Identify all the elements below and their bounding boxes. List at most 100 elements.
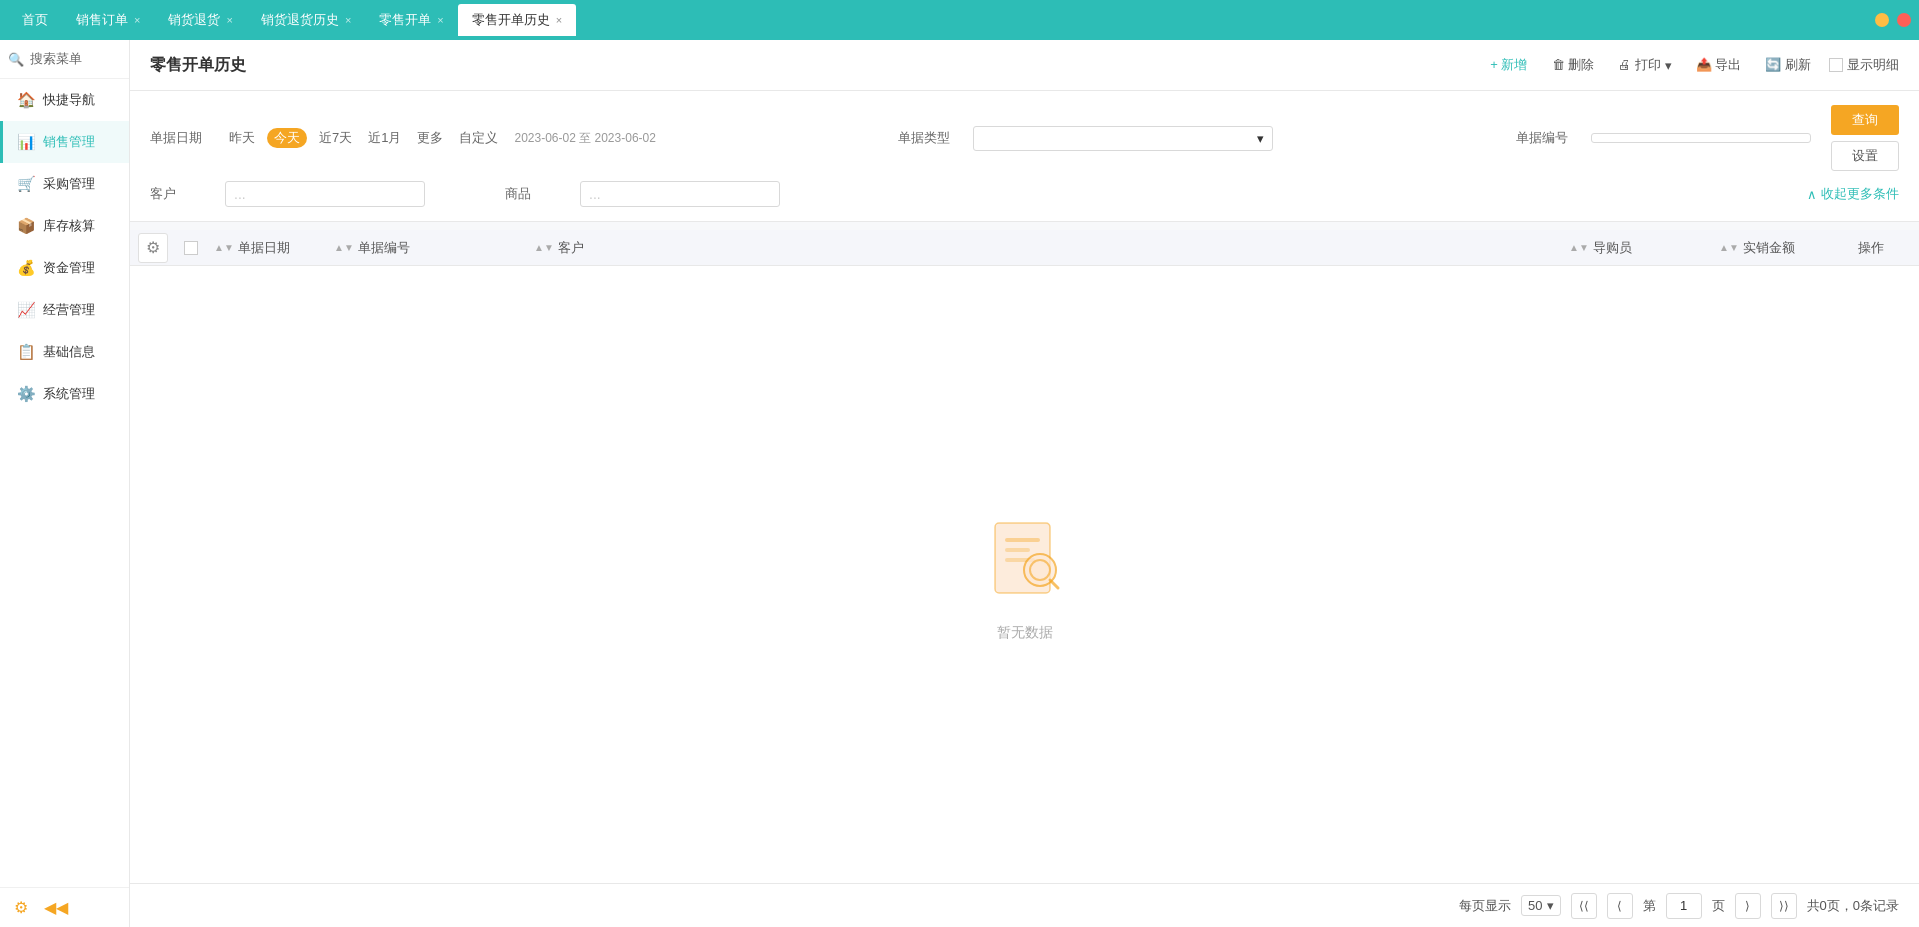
- today-btn[interactable]: 今天: [267, 128, 307, 148]
- home-icon: 🏠: [17, 91, 35, 109]
- filter-row-customer: 客户 ... 商品 ... ∧ 收起更多条件: [150, 181, 1899, 207]
- settings-icon: ⚙: [146, 238, 160, 257]
- more-btn[interactable]: 更多: [413, 128, 447, 148]
- filter-section: 单据日期 昨天 今天 近7天 近1月 更多 自定义 2023-06-02 至 2…: [130, 91, 1919, 222]
- svg-rect-2: [1005, 538, 1040, 542]
- th-checkbox[interactable]: [176, 241, 206, 255]
- page-label: 第: [1643, 897, 1656, 915]
- minimize-button[interactable]: [1875, 13, 1889, 27]
- th-actions: 操作: [1831, 239, 1911, 257]
- sidebar-item-inventory[interactable]: 📦 库存核算: [0, 205, 129, 247]
- tab-retail-open[interactable]: 零售开单 ×: [365, 4, 457, 36]
- product-input[interactable]: ...: [580, 181, 780, 207]
- next-page-button[interactable]: ⟩: [1735, 893, 1761, 919]
- sidebar-item-quick-nav[interactable]: 🏠 快捷导航: [0, 79, 129, 121]
- svg-rect-3: [1005, 548, 1030, 552]
- money-icon: 💰: [17, 259, 35, 277]
- empty-text: 暂无数据: [997, 624, 1053, 642]
- checkbox-icon: [1829, 58, 1843, 72]
- per-page-label: 每页显示: [1459, 897, 1511, 915]
- sidebar-item-finance[interactable]: 💰 资金管理: [0, 247, 129, 289]
- add-button[interactable]: + 新增: [1484, 52, 1533, 78]
- table-section: ⚙ ▲▼ 单据日期 ▲▼ 单据编号 ▲▼ 客户 ▲▼: [130, 230, 1919, 883]
- tab-home[interactable]: 首页: [8, 4, 62, 36]
- svg-line-7: [1050, 580, 1058, 588]
- display-toggle[interactable]: 显示明细: [1829, 56, 1899, 74]
- close-icon[interactable]: ×: [134, 14, 140, 26]
- last-page-button[interactable]: ⟩⟩: [1771, 893, 1797, 919]
- page-number-input[interactable]: [1666, 893, 1702, 919]
- customer-label: 客户: [150, 185, 205, 203]
- th-customer: ▲▼ 客户: [526, 239, 1561, 257]
- number-label: 单据编号: [1516, 129, 1571, 147]
- close-button[interactable]: [1897, 13, 1911, 27]
- tab-sales-return-history[interactable]: 销货退货历史 ×: [247, 4, 365, 36]
- customer-input[interactable]: ...: [225, 181, 425, 207]
- info-icon: 📋: [17, 343, 35, 361]
- sort-icon[interactable]: ▲▼: [334, 242, 354, 253]
- sort-icon[interactable]: ▲▼: [534, 242, 554, 253]
- sort-icon[interactable]: ▲▼: [1569, 242, 1589, 253]
- collapse-button[interactable]: ∧ 收起更多条件: [1807, 185, 1899, 203]
- tab-bar: 首页 销售订单 × 销货退货 × 销货退货历史 × 零售开单 × 零售开单历史 …: [0, 0, 1919, 40]
- main-content: 零售开单历史 + 新增 🗑 删除 🖨 打印 ▾ 📤 导出 🔄 刷新: [130, 40, 1919, 927]
- window-controls: [1875, 13, 1911, 27]
- empty-illustration: [975, 508, 1075, 608]
- search-icon: 🔍: [8, 52, 24, 67]
- sort-icon[interactable]: ▲▼: [1719, 242, 1739, 253]
- collapse-sidebar-button[interactable]: ◀◀: [44, 898, 68, 917]
- last7-btn[interactable]: 近7天: [315, 128, 356, 148]
- tab-retail-history[interactable]: 零售开单历史 ×: [458, 4, 576, 36]
- yesterday-btn[interactable]: 昨天: [225, 128, 259, 148]
- sidebar-item-sales-mgmt[interactable]: 📊 销售管理: [0, 121, 129, 163]
- number-input[interactable]: [1591, 133, 1811, 143]
- custom-btn[interactable]: 自定义: [455, 128, 502, 148]
- th-salesperson: ▲▼ 导购员: [1561, 239, 1711, 257]
- filter-row-date: 单据日期 昨天 今天 近7天 近1月 更多 自定义 2023-06-02 至 2…: [150, 105, 1899, 171]
- table-header: ⚙ ▲▼ 单据日期 ▲▼ 单据编号 ▲▼ 客户 ▲▼: [130, 230, 1919, 266]
- sidebar: 🔍 搜索菜单 🏠 快捷导航 📊 销售管理 🛒 采购管理 📦 库存核算 💰 资金管…: [0, 40, 130, 927]
- close-icon[interactable]: ×: [345, 14, 351, 26]
- pagination-bar: 每页显示 50 ▾ ⟨⟨ ⟨ 第 页 ⟩ ⟩⟩ 共0页，0条记录: [130, 883, 1919, 927]
- th-amount: ▲▼ 实销金额: [1711, 239, 1831, 257]
- tab-sales-order[interactable]: 销售订单 ×: [62, 4, 154, 36]
- sidebar-item-basic-info[interactable]: 📋 基础信息: [0, 331, 129, 373]
- sidebar-item-operations[interactable]: 📈 经营管理: [0, 289, 129, 331]
- settings-bottom-button[interactable]: ⚙: [14, 898, 28, 917]
- column-settings-button[interactable]: ⚙: [138, 233, 168, 263]
- first-page-button[interactable]: ⟨⟨: [1571, 893, 1597, 919]
- empty-state: 暂无数据: [130, 266, 1919, 883]
- prev-page-button[interactable]: ⟨: [1607, 893, 1633, 919]
- toolbar: + 新增 🗑 删除 🖨 打印 ▾ 📤 导出 🔄 刷新 显示明细: [1484, 52, 1899, 78]
- refresh-button[interactable]: 🔄 刷新: [1759, 52, 1817, 78]
- th-number: ▲▼ 单据编号: [326, 239, 526, 257]
- query-button[interactable]: 查询: [1831, 105, 1899, 135]
- sidebar-bottom: ⚙ ◀◀: [0, 887, 129, 927]
- close-icon[interactable]: ×: [226, 14, 232, 26]
- total-info: 共0页，0条记录: [1807, 897, 1899, 915]
- sidebar-search[interactable]: 🔍 搜索菜单: [0, 40, 129, 79]
- setting-button[interactable]: 设置: [1831, 141, 1899, 171]
- export-button[interactable]: 📤 导出: [1690, 52, 1748, 78]
- chevron-down-icon: ▾: [1547, 898, 1554, 913]
- tab-sales-return[interactable]: 销货退货 ×: [154, 4, 246, 36]
- type-select[interactable]: ▾: [973, 126, 1273, 151]
- page-size-select[interactable]: 50 ▾: [1521, 895, 1560, 916]
- print-button[interactable]: 🖨 打印 ▾: [1612, 52, 1678, 78]
- close-icon[interactable]: ×: [556, 14, 562, 26]
- action-buttons: 查询 设置: [1831, 105, 1899, 171]
- chevron-down-icon: ▾: [1665, 58, 1672, 73]
- sort-icon[interactable]: ▲▼: [214, 242, 234, 253]
- th-date: ▲▼ 单据日期: [206, 239, 326, 257]
- date-label: 单据日期: [150, 129, 205, 147]
- chevron-up-icon: ∧: [1807, 187, 1817, 202]
- page-header: 零售开单历史 + 新增 🗑 删除 🖨 打印 ▾ 📤 导出 🔄 刷新: [130, 40, 1919, 91]
- type-label: 单据类型: [898, 129, 953, 147]
- sidebar-item-sys-mgmt[interactable]: ⚙️ 系统管理: [0, 373, 129, 415]
- last1m-btn[interactable]: 近1月: [364, 128, 405, 148]
- chevron-down-icon: ▾: [1257, 131, 1264, 146]
- delete-button[interactable]: 🗑 删除: [1546, 52, 1601, 78]
- sidebar-item-purchase-mgmt[interactable]: 🛒 采购管理: [0, 163, 129, 205]
- close-icon[interactable]: ×: [437, 14, 443, 26]
- select-all-checkbox[interactable]: [184, 241, 198, 255]
